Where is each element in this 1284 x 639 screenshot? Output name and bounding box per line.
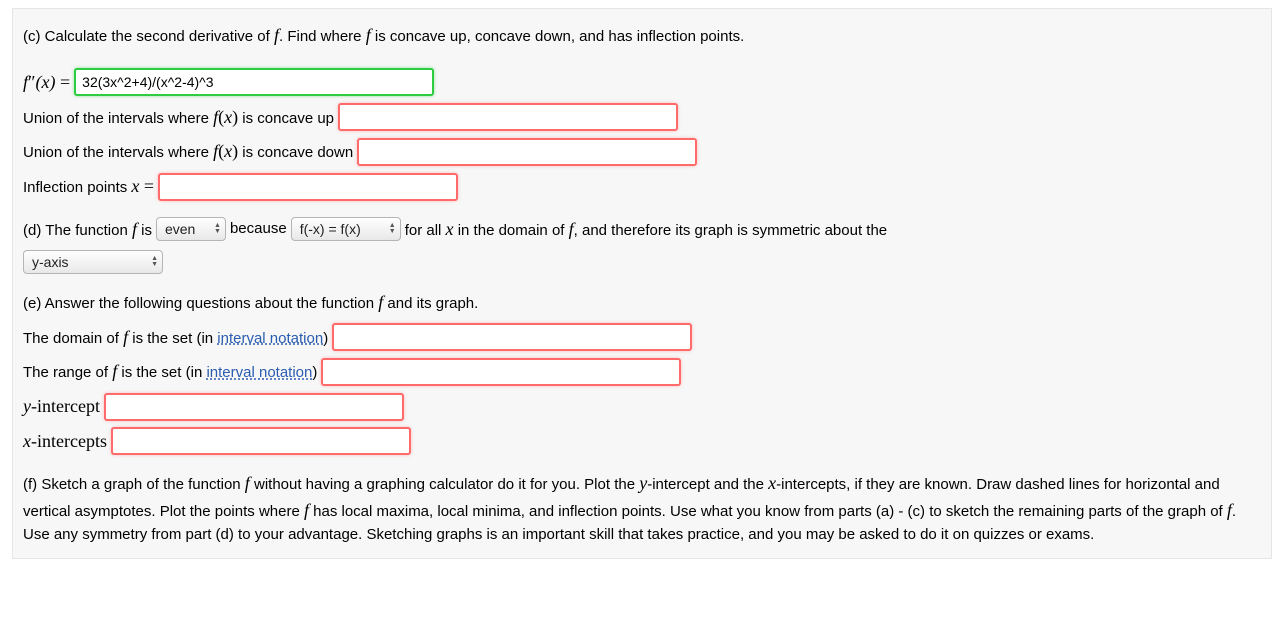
inflection-row: Inflection points x = xyxy=(23,172,1261,201)
concave-up-label: Union of the intervals where f(x) is con… xyxy=(23,103,334,132)
part-e-prompt: (e) Answer the following questions about… xyxy=(23,288,1261,317)
text: for all x in the domain of f, and theref… xyxy=(405,215,887,244)
second-derivative-input[interactable] xyxy=(74,68,434,96)
interval-notation-link[interactable]: interval notation xyxy=(217,330,323,347)
select-value: f(-x) = f(x) xyxy=(300,218,361,240)
y-intercept-label: y-intercept xyxy=(23,392,100,421)
part-f-text: (f) Sketch a graph of the function f wit… xyxy=(23,470,1261,547)
part-e: (e) Answer the following questions about… xyxy=(23,288,1261,456)
range-input[interactable] xyxy=(321,358,681,386)
x-intercepts-row: x-intercepts xyxy=(23,427,1261,456)
interval-notation-link[interactable]: interval notation xyxy=(206,364,312,381)
concave-down-input[interactable] xyxy=(357,138,697,166)
domain-row: The domain of f is the set (in interval … xyxy=(23,323,1261,352)
x-intercepts-input[interactable] xyxy=(111,427,411,455)
updown-icon: ▲▼ xyxy=(151,256,158,268)
inflection-label: Inflection points x = xyxy=(23,172,154,201)
inflection-input[interactable] xyxy=(158,173,458,201)
concave-up-row: Union of the intervals where f(x) is con… xyxy=(23,103,1261,132)
reason-select[interactable]: f(-x) = f(x) ▲▼ xyxy=(291,217,401,241)
updown-icon: ▲▼ xyxy=(214,223,221,235)
concave-down-label: Union of the intervals where f(x) is con… xyxy=(23,137,353,166)
y-intercept-input[interactable] xyxy=(104,393,404,421)
text: (d) The function f is xyxy=(23,215,152,244)
part-d-row1: (d) The function f is even ▲▼ because f(… xyxy=(23,215,1261,244)
domain-input[interactable] xyxy=(332,323,692,351)
select-value: even xyxy=(165,218,195,240)
updown-icon: ▲▼ xyxy=(389,223,396,235)
problem-container: (c) Calculate the second derivative of f… xyxy=(12,8,1272,559)
domain-label: The domain of f is the set (in interval … xyxy=(23,323,328,352)
concave-up-input[interactable] xyxy=(338,103,678,131)
range-row: The range of f is the set (in interval n… xyxy=(23,357,1261,386)
text: (c) Calculate the second derivative of f… xyxy=(23,21,744,50)
axis-select[interactable]: y-axis ▲▼ xyxy=(23,250,163,274)
part-c-prompt: (c) Calculate the second derivative of f… xyxy=(23,21,1261,50)
f-double-prime-label: f″(x) = xyxy=(23,68,70,97)
second-derivative-row: f″(x) = xyxy=(23,68,1261,97)
y-intercept-row: y-intercept xyxy=(23,392,1261,421)
text: (e) Answer the following questions about… xyxy=(23,288,478,317)
range-label: The range of f is the set (in interval n… xyxy=(23,357,317,386)
text: because xyxy=(230,217,287,241)
part-d: (d) The function f is even ▲▼ because f(… xyxy=(23,215,1261,274)
x-intercepts-label: x-intercepts xyxy=(23,427,107,456)
concave-down-row: Union of the intervals where f(x) is con… xyxy=(23,137,1261,166)
part-d-row2: y-axis ▲▼ xyxy=(23,250,1261,274)
even-odd-select[interactable]: even ▲▼ xyxy=(156,217,226,241)
select-value: y-axis xyxy=(32,251,69,273)
